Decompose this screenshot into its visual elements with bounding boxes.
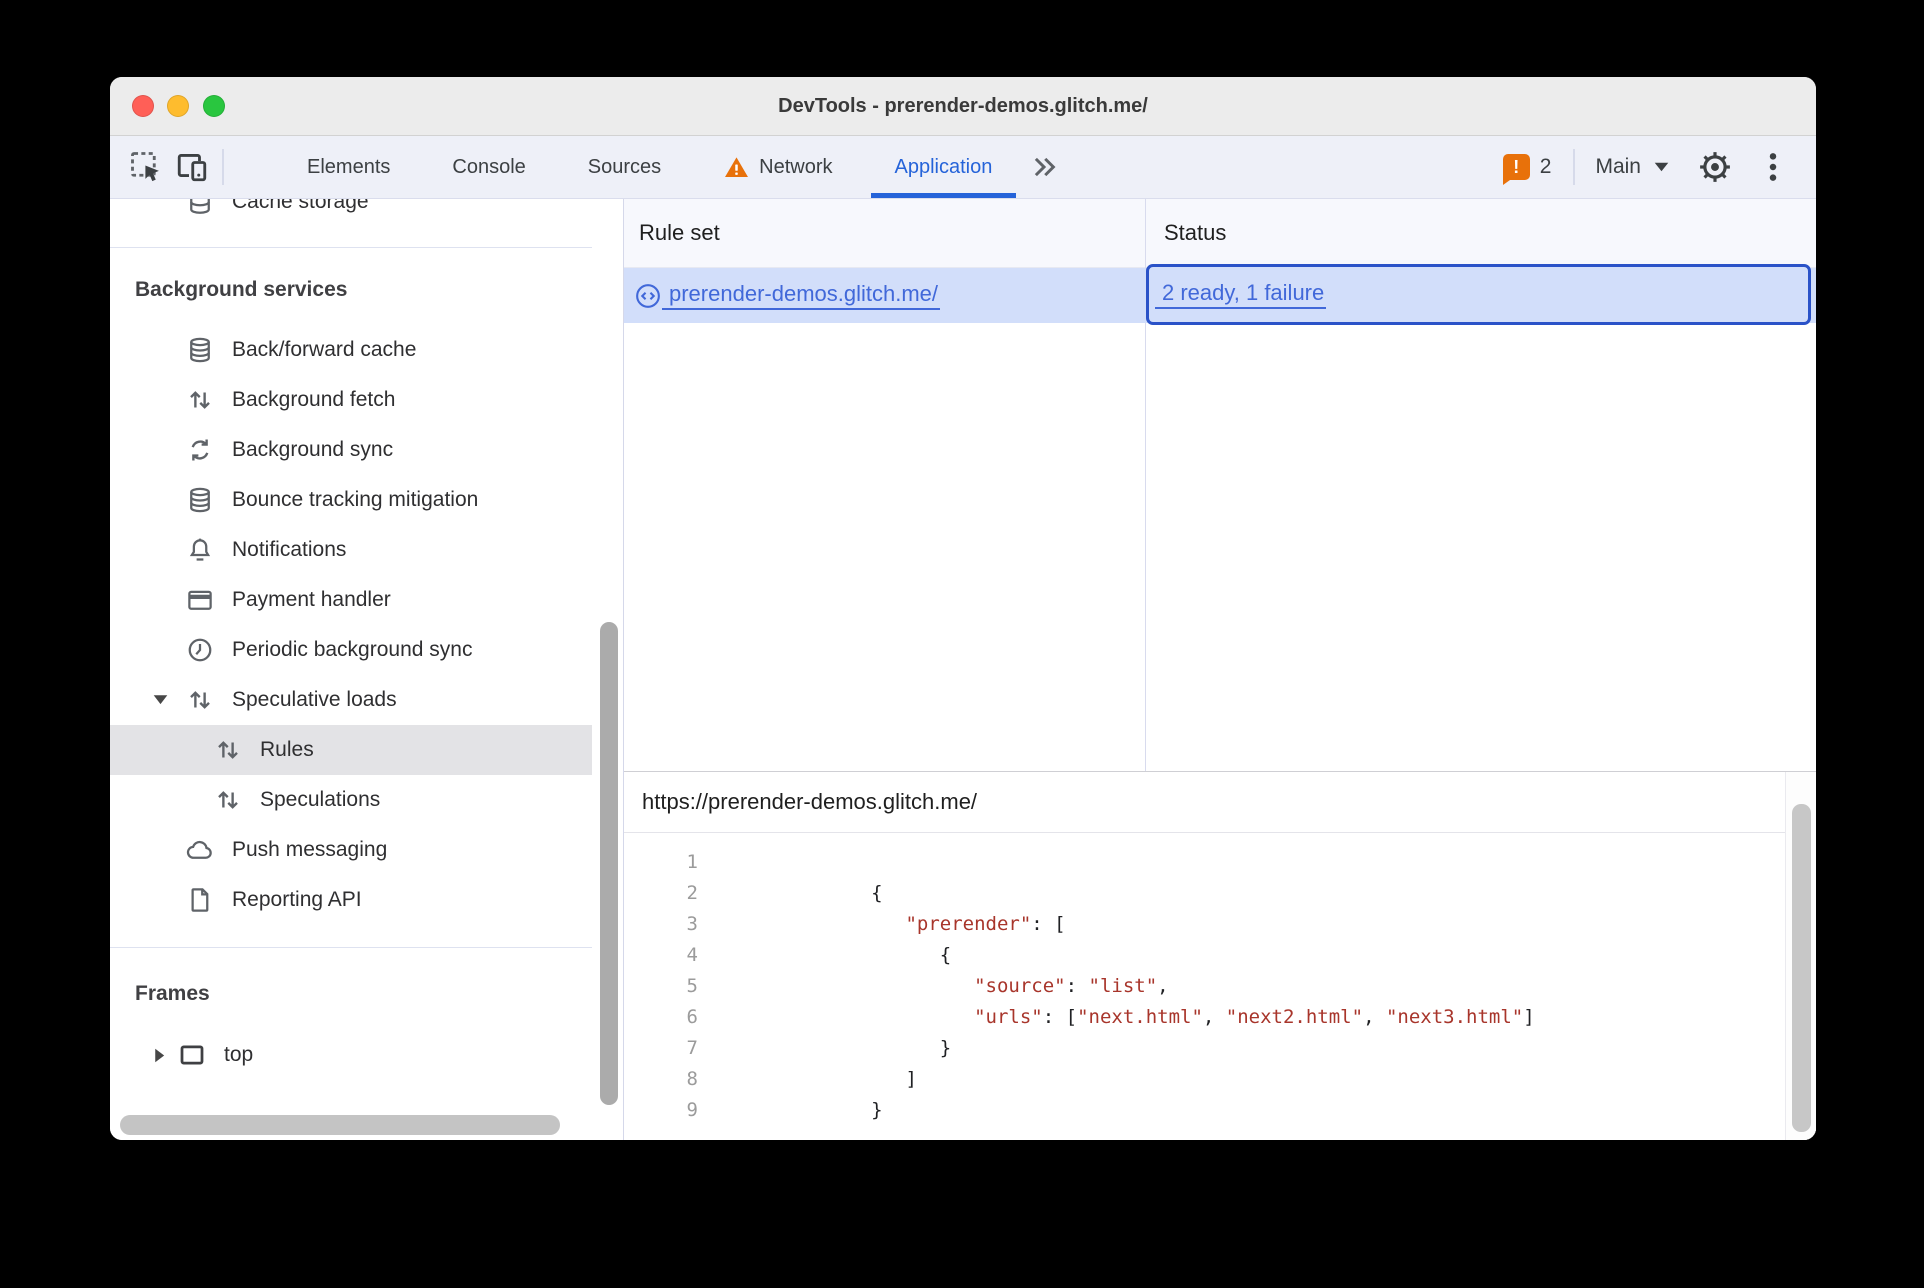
tab-console[interactable]: Console <box>421 136 556 198</box>
document-icon <box>185 885 215 915</box>
sidebar-item-rules[interactable]: Rules <box>110 725 592 775</box>
line-number: 9 <box>686 1099 698 1121</box>
sidebar-item-reporting-api[interactable]: Reporting API <box>110 875 592 925</box>
inspect-element-button[interactable] <box>128 149 164 185</box>
code-line: 2 { <box>624 878 1786 909</box>
table-header: Rule set Status <box>624 199 1816 268</box>
sync-icon <box>185 435 215 465</box>
bell-icon <box>185 535 215 565</box>
devtools-toolbar: Elements Console Sources Network Applica… <box>110 136 1816 199</box>
code-line: 8 ] <box>624 1064 1786 1095</box>
tab-sources[interactable]: Sources <box>557 136 692 198</box>
toggle-device-toolbar-button[interactable] <box>174 149 210 185</box>
column-header-rule-set: Rule set <box>639 220 720 245</box>
toolbar-divider <box>222 149 224 185</box>
rule-set-link[interactable]: prerender-demos.glitch.me/ <box>662 281 941 310</box>
line-number: 5 <box>686 975 698 997</box>
up-down-arrows-icon <box>213 785 243 815</box>
toolbar-right-group: ! 2 Main <box>1502 148 1816 186</box>
line-number: 4 <box>686 944 698 966</box>
code-circle-icon <box>634 282 662 310</box>
settings-gear-icon[interactable] <box>1696 148 1734 186</box>
issues-count: 2 <box>1539 155 1552 178</box>
caret-right-icon[interactable] <box>152 1047 167 1064</box>
device-toolbar-icon <box>174 149 210 185</box>
cloud-icon <box>185 835 215 865</box>
up-down-arrows-icon <box>213 735 243 765</box>
code-line: 3 "prerender": [ <box>624 909 1786 940</box>
frame-icon <box>177 1040 207 1070</box>
warning-triangle-icon <box>723 154 750 181</box>
sidebar-item-notifications[interactable]: Notifications <box>110 525 592 575</box>
credit-card-icon <box>185 585 215 615</box>
line-number: 1 <box>686 851 698 873</box>
database-icon <box>185 485 215 515</box>
sidebar-item-speculations[interactable]: Speculations <box>110 775 592 825</box>
panel-tabs: Elements Console Sources Network Applica… <box>276 136 1023 198</box>
status-link[interactable]: 2 ready, 1 failure <box>1155 280 1327 309</box>
rule-set-cell: prerender-demos.glitch.me/ <box>624 281 941 310</box>
preview-scrollbar-track[interactable] <box>1785 772 1816 1140</box>
screen: { "window": { "title": "DevTools - prere… <box>0 0 1924 1288</box>
preview-source-url: https://prerender-demos.glitch.me/ <box>624 772 1816 833</box>
code-line: 6 "urls": ["next.html", "next2.html", "n… <box>624 1002 1786 1033</box>
up-down-arrows-icon <box>185 685 215 715</box>
kebab-menu-icon[interactable] <box>1758 150 1788 184</box>
devtools-content: Cache storage Background services Back/f… <box>110 199 1816 1140</box>
tab-network[interactable]: Network <box>692 136 863 198</box>
sidebar-vertical-scrollbar[interactable] <box>600 622 618 1105</box>
sidebar-separator <box>110 947 592 948</box>
sidebar-item-push-messaging[interactable]: Push messaging <box>110 825 592 875</box>
up-down-arrows-icon <box>185 385 215 415</box>
application-sidebar: Cache storage Background services Back/f… <box>110 199 624 1140</box>
sidebar-item-cache-storage[interactable]: Cache storage <box>110 199 592 227</box>
titlebar: DevTools - prerender-demos.glitch.me/ <box>110 77 1816 136</box>
tab-elements[interactable]: Elements <box>276 136 421 198</box>
line-number: 8 <box>686 1068 698 1090</box>
toolbar-divider <box>1573 149 1576 185</box>
code-line: 4 { <box>624 940 1786 971</box>
rule-set-table: Rule set Status prerender-demos.glitch.m… <box>624 199 1816 772</box>
speculative-loads-panel: Rule set Status prerender-demos.glitch.m… <box>624 199 1816 1140</box>
sidebar-item-payment-handler[interactable]: Payment handler <box>110 575 592 625</box>
sidebar-item-bounce-tracking-mitigation[interactable]: Bounce tracking mitigation <box>110 475 592 525</box>
column-header-status: Status <box>1164 220 1227 245</box>
code-line: 1 <box>624 847 1786 878</box>
line-number: 6 <box>686 1006 698 1028</box>
rule-set-preview: https://prerender-demos.glitch.me/ 1 2 {… <box>624 772 1816 1140</box>
target-selector[interactable]: Main <box>1595 155 1641 179</box>
sidebar-item-speculative-loads[interactable]: Speculative loads <box>110 675 592 725</box>
sidebar-item-top-frame[interactable]: top <box>110 1030 592 1080</box>
line-number: 3 <box>686 913 698 935</box>
more-tabs-button[interactable] <box>1029 152 1059 182</box>
chevron-double-right-icon <box>1029 152 1059 182</box>
chevron-down-icon[interactable] <box>1653 160 1670 174</box>
cache-storage-icon <box>185 199 215 217</box>
section-header-background-services: Background services <box>135 278 348 301</box>
sidebar-item-periodic-background-sync[interactable]: Periodic background sync <box>110 625 592 675</box>
preview-scrollbar-thumb[interactable] <box>1792 804 1811 1132</box>
code-line: 7 } <box>624 1033 1786 1064</box>
sidebar-item-background-fetch[interactable]: Background fetch <box>110 375 592 425</box>
database-icon <box>185 335 215 365</box>
window-title: DevTools - prerender-demos.glitch.me/ <box>778 94 1148 117</box>
sidebar-item-background-sync[interactable]: Background sync <box>110 425 592 475</box>
caret-down-icon[interactable] <box>152 692 169 707</box>
section-header-frames: Frames <box>135 982 210 1005</box>
code-viewer[interactable]: 1 2 { 3 "prerender": [ 4 {5 "source": … <box>624 833 1786 1140</box>
tab-application[interactable]: Application <box>864 136 1024 198</box>
code-line: 9 } <box>624 1095 1786 1126</box>
devtools-window: DevTools - prerender-demos.glitch.me/ El… <box>110 77 1816 1140</box>
sidebar-separator <box>110 247 592 248</box>
clock-icon <box>185 635 215 665</box>
sidebar-item-back-forward-cache[interactable]: Back/forward cache <box>110 325 592 375</box>
line-number: 7 <box>686 1037 698 1059</box>
code-line: 5 "source": "list", <box>624 971 1786 1002</box>
sidebar-horizontal-scrollbar[interactable] <box>120 1115 560 1135</box>
inspect-cursor-icon <box>128 149 164 185</box>
issues-badge-icon[interactable]: ! <box>1502 154 1530 185</box>
status-cell-selected[interactable]: 2 ready, 1 failure <box>1146 264 1811 325</box>
line-number: 2 <box>686 882 698 904</box>
